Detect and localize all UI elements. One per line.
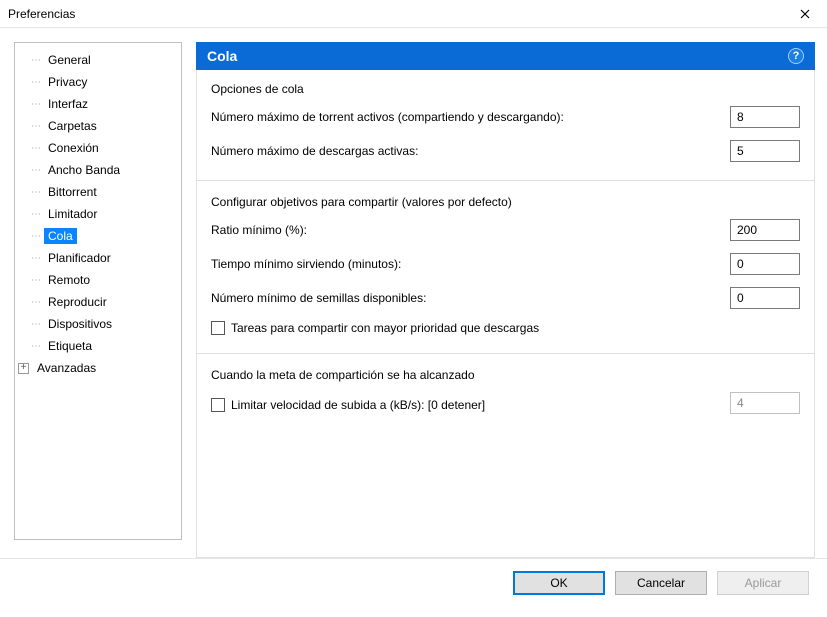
tree-item-label: Dispositivos <box>44 316 116 332</box>
group-queue-options: Opciones de cola Número máximo de torren… <box>211 82 800 162</box>
tree-branch-icon: ⋯ <box>31 341 42 352</box>
tree-branch-icon: ⋯ <box>31 187 42 198</box>
tree-branch-icon: ⋯ <box>31 121 42 132</box>
tree-item-etiqueta[interactable]: ⋯Etiqueta <box>19 335 181 357</box>
limit-upload-checkbox[interactable] <box>211 398 225 412</box>
tree-item-limitador[interactable]: ⋯Limitador <box>19 203 181 225</box>
tree-item-label: Conexión <box>44 140 103 156</box>
tree-item-label: Cola <box>44 228 77 244</box>
help-icon[interactable]: ? <box>788 48 804 64</box>
tree-item-avanzadas[interactable]: + Avanzadas <box>19 357 181 379</box>
limit-upload-label: Limitar velocidad de subida a (kB/s): [0… <box>231 398 485 412</box>
seed-priority-checkbox[interactable] <box>211 321 225 335</box>
tree-item-conexión[interactable]: ⋯Conexión <box>19 137 181 159</box>
tree-item-label: Planificador <box>44 250 115 266</box>
tree-item-reproducir[interactable]: ⋯Reproducir <box>19 291 181 313</box>
tree-item-remoto[interactable]: ⋯Remoto <box>19 269 181 291</box>
divider <box>197 353 814 354</box>
dialog-footer: OK Cancelar Aplicar <box>0 558 827 606</box>
tree-item-ancho-banda[interactable]: ⋯Ancho Banda <box>19 159 181 181</box>
expand-icon[interactable]: + <box>18 363 29 374</box>
group-title: Opciones de cola <box>211 82 800 96</box>
divider <box>197 180 814 181</box>
tree-branch-icon: ⋯ <box>31 297 42 308</box>
tree-branch-icon: ⋯ <box>31 319 42 330</box>
tree-item-general[interactable]: ⋯General <box>19 49 181 71</box>
panel-title: Cola <box>207 48 237 64</box>
group-seed-goals: Configurar objetivos para compartir (val… <box>211 195 800 335</box>
tree-item-planificador[interactable]: ⋯Planificador <box>19 247 181 269</box>
tree-branch-icon: ⋯ <box>31 231 42 242</box>
max-active-torrents-label: Número máximo de torrent activos (compar… <box>211 110 720 124</box>
min-ratio-input[interactable] <box>730 219 800 241</box>
category-tree[interactable]: ⋯General⋯Privacy⋯Interfaz⋯Carpetas⋯Conex… <box>14 42 182 540</box>
close-icon[interactable] <box>789 4 821 24</box>
tree-item-label: Remoto <box>44 272 94 288</box>
tree-item-label: Etiqueta <box>44 338 96 354</box>
tree-branch-icon: ⋯ <box>31 77 42 88</box>
tree-item-dispositivos[interactable]: ⋯Dispositivos <box>19 313 181 335</box>
min-ratio-label: Ratio mínimo (%): <box>211 223 720 237</box>
max-active-downloads-label: Número máximo de descargas activas: <box>211 144 720 158</box>
tree-branch-icon: ⋯ <box>31 253 42 264</box>
tree-item-label: Ancho Banda <box>44 162 124 178</box>
min-seed-time-label: Tiempo mínimo sirviendo (minutos): <box>211 257 720 271</box>
tree-item-label: General <box>44 52 95 68</box>
tree-item-privacy[interactable]: ⋯Privacy <box>19 71 181 93</box>
max-active-downloads-input[interactable] <box>730 140 800 162</box>
group-title: Configurar objetivos para compartir (val… <box>211 195 800 209</box>
settings-panel: Cola ? Opciones de cola Número máximo de… <box>196 42 815 558</box>
tree-item-label: Carpetas <box>44 118 101 134</box>
tree-branch-icon: ⋯ <box>31 143 42 154</box>
tree-branch-icon: ⋯ <box>31 55 42 66</box>
tree-item-label: Avanzadas <box>33 360 100 376</box>
min-seed-time-input[interactable] <box>730 253 800 275</box>
min-seeds-input[interactable] <box>730 287 800 309</box>
tree-branch-icon: ⋯ <box>31 99 42 110</box>
group-title: Cuando la meta de compartición se ha alc… <box>211 368 800 382</box>
tree-branch-icon: ⋯ <box>31 275 42 286</box>
seed-priority-label: Tareas para compartir con mayor priorida… <box>231 321 539 335</box>
tree-item-bittorrent[interactable]: ⋯Bittorrent <box>19 181 181 203</box>
tree-item-interfaz[interactable]: ⋯Interfaz <box>19 93 181 115</box>
min-seeds-label: Número mínimo de semillas disponibles: <box>211 291 720 305</box>
tree-item-label: Limitador <box>44 206 101 222</box>
tree-branch-icon: ⋯ <box>31 209 42 220</box>
panel-header: Cola ? <box>196 42 815 70</box>
limit-upload-input <box>730 392 800 414</box>
group-goal-reached: Cuando la meta de compartición se ha alc… <box>211 368 800 414</box>
tree-branch-icon: ⋯ <box>31 165 42 176</box>
cancel-button[interactable]: Cancelar <box>615 571 707 595</box>
ok-button[interactable]: OK <box>513 571 605 595</box>
max-active-torrents-input[interactable] <box>730 106 800 128</box>
tree-item-label: Interfaz <box>44 96 92 112</box>
tree-item-label: Bittorrent <box>44 184 101 200</box>
window-title: Preferencias <box>8 7 75 21</box>
tree-item-label: Privacy <box>44 74 91 90</box>
titlebar: Preferencias <box>0 0 827 28</box>
tree-item-label: Reproducir <box>44 294 111 310</box>
apply-button[interactable]: Aplicar <box>717 571 809 595</box>
tree-item-carpetas[interactable]: ⋯Carpetas <box>19 115 181 137</box>
tree-item-cola[interactable]: ⋯Cola <box>19 225 181 247</box>
